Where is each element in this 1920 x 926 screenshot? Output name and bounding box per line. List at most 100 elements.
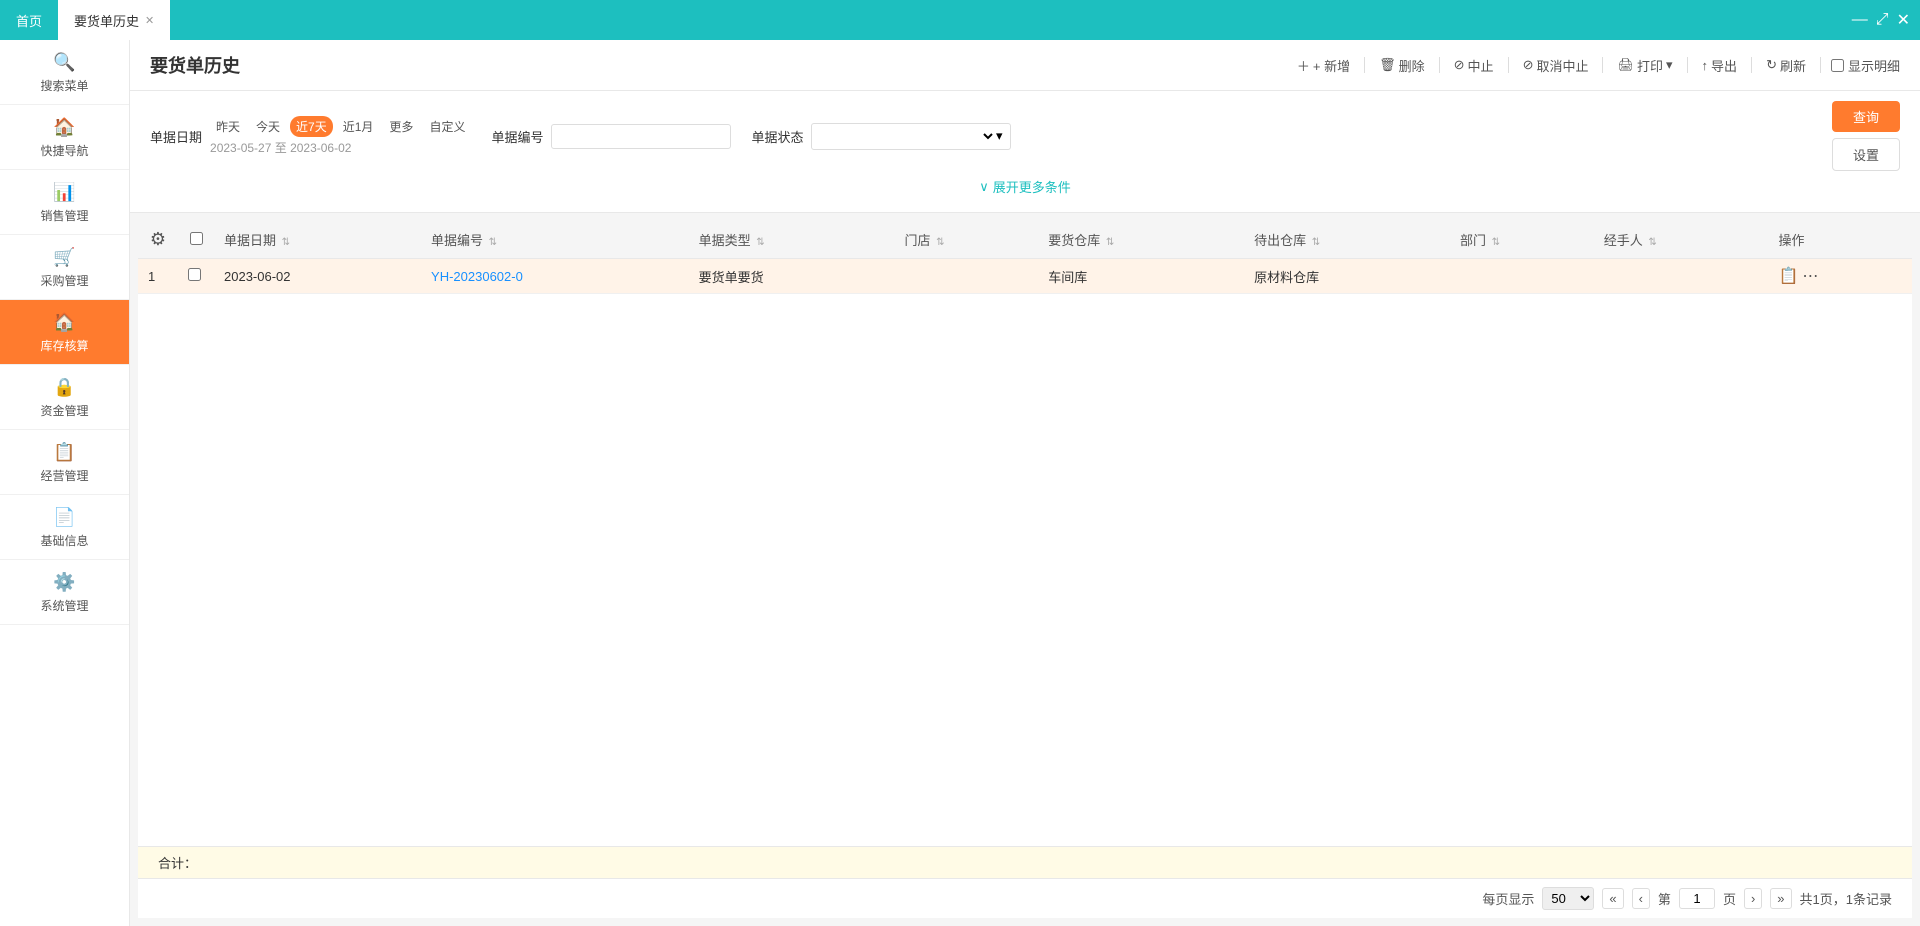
th-dept: 部门 ⇅ [1450,221,1594,259]
top-bar-tabs: 首页 要货单历史 ✕ [0,0,170,40]
sidebar-item-basic-info[interactable]: 📄 基础信息 [0,495,129,560]
sidebar-item-system-label: 系统管理 [40,597,88,614]
sort-req-warehouse-icon[interactable]: ⇅ [1106,237,1114,248]
sort-doc-type-icon[interactable]: ⇅ [756,237,764,248]
sidebar-item-system-mgmt[interactable]: ⚙️ 系统管理 [0,560,129,625]
display-detail-checkbox[interactable] [1831,59,1844,72]
sidebar-item-purchase-label: 采购管理 [40,272,88,289]
delete-button[interactable]: 🗑 删除 [1375,54,1429,77]
cancel-stop-label: 取消中止 [1536,56,1588,75]
date-pill-today[interactable]: 今天 [250,116,286,137]
refresh-button[interactable]: ↻ 刷新 [1762,54,1810,77]
date-pill-more[interactable]: 更多 [383,116,419,137]
cell-index: 1 [138,259,178,294]
select-all-checkbox[interactable] [190,232,203,245]
sort-dept-icon[interactable]: ⇅ [1492,237,1500,248]
sidebar-item-quick-nav[interactable]: 🏠 快捷导航 [0,105,129,170]
table-row: 1 2023-06-02 YH-20230602-0 要货单要货 车间库 原材料… [138,259,1912,294]
last-page-button[interactable]: » [1770,888,1791,909]
export-button[interactable]: ↑ 导出 [1698,54,1742,77]
row-edit-icon[interactable]: 📋 [1779,266,1799,286]
data-table: ⚙ 单据日期 ⇅ 单据编号 ⇅ [138,221,1912,294]
refresh-icon: ↻ [1766,57,1777,73]
main-layout: 🔍 搜索菜单 🏠 快捷导航 📊 销售管理 🛒 采购管理 🏠 库存核算 🔒 资金管… [0,40,1920,926]
sidebar-item-finance-mgmt[interactable]: 🔒 资金管理 [0,365,129,430]
setting-button[interactable]: 设置 [1832,138,1900,171]
prev-page-button[interactable]: ‹ [1632,888,1650,909]
row-checkbox[interactable] [188,268,201,281]
sort-doc-no-icon[interactable]: ⇅ [489,237,497,248]
expand-more[interactable]: ∨ 展开更多条件 [150,171,1900,202]
print-icon: 🖨 [1617,57,1634,73]
next-page-button[interactable]: › [1744,888,1762,909]
system-mgmt-icon: ⚙️ [53,572,75,593]
total-records-text: 共1页，1条记录 [1800,889,1892,908]
doc-no-link[interactable]: YH-20230602-0 [431,269,523,284]
content-area: 要货单历史 ＋ + 新增 🗑 删除 ⊘ 中止 [130,40,1920,926]
date-pill-1month[interactable]: 近1月 [337,116,380,137]
page-input[interactable] [1679,888,1715,909]
status-select-wrapper[interactable]: ▾ [811,123,1011,150]
window-close-icon[interactable]: ✕ [1897,10,1910,30]
table-body: 1 2023-06-02 YH-20230602-0 要货单要货 车间库 原材料… [138,259,1912,294]
tab-home-label: 首页 [16,11,42,30]
th-doc-date-label: 单据日期 [224,233,276,248]
action-buttons: 查询 设置 [1832,101,1900,171]
sort-handler-icon[interactable]: ⇅ [1648,237,1656,248]
th-pending-warehouse-label: 待出仓库 [1254,233,1306,248]
sidebar-item-operations-mgmt[interactable]: 📋 经营管理 [0,430,129,495]
sidebar-item-search-menu-label: 搜索菜单 [40,77,88,94]
th-req-warehouse: 要货仓库 ⇅ [1038,221,1244,259]
sidebar-item-inventory[interactable]: 🏠 库存核算 [0,300,129,365]
new-button[interactable]: ＋ + 新增 [1293,54,1354,77]
table-header-row: ⚙ 单据日期 ⇅ 单据编号 ⇅ [138,221,1912,259]
date-pill-custom[interactable]: 自定义 [423,116,471,137]
page-label: 第 [1658,889,1671,908]
sidebar-item-purchase-mgmt[interactable]: 🛒 采购管理 [0,235,129,300]
cell-doc-no[interactable]: YH-20230602-0 [421,259,689,294]
th-doc-date: 单据日期 ⇅ [214,221,421,259]
date-filter-group: 单据日期 昨天 今天 近7天 近1月 更多 自定义 2023-05-27 至 2… [150,116,471,156]
sort-pending-warehouse-icon[interactable]: ⇅ [1312,237,1320,248]
th-checkbox [178,221,214,259]
top-bar: 首页 要货单历史 ✕ — ⤢ ✕ [0,0,1920,40]
date-pill-7days[interactable]: 近7天 [290,116,333,137]
footer-total-label: 合计： [158,856,197,871]
print-button[interactable]: 🖨 打印 ▾ [1613,54,1676,77]
sort-store-icon[interactable]: ⇅ [936,237,944,248]
stop-button[interactable]: ⊘ 中止 [1450,54,1498,77]
status-select[interactable] [820,128,995,145]
delete-icon: 🗑 [1379,57,1396,73]
cell-action: 📋 ⋯ [1769,259,1913,294]
doc-no-input[interactable] [551,124,731,149]
print-label: 打印 [1637,56,1663,75]
page-header: 要货单历史 ＋ + 新增 🗑 删除 ⊘ 中止 [130,40,1920,91]
stop-label: 中止 [1468,56,1494,75]
sidebar-item-search-menu[interactable]: 🔍 搜索菜单 [0,40,129,105]
window-minimize-icon[interactable]: — [1852,11,1868,29]
stop-icon: ⊘ [1454,57,1465,73]
sales-mgmt-icon: 📊 [53,182,75,203]
cancel-stop-icon: ⊘ [1523,57,1534,73]
page-suffix: 页 [1723,889,1736,908]
table-footer: 合计： [138,846,1912,878]
th-doc-type-label: 单据类型 [699,233,751,248]
query-button[interactable]: 查询 [1832,101,1900,132]
th-handler: 经手人 ⇅ [1594,221,1769,259]
tab-home[interactable]: 首页 [0,0,58,40]
tab-requisition-history[interactable]: 要货单历史 ✕ [58,0,170,40]
sidebar-item-sales-mgmt[interactable]: 📊 销售管理 [0,170,129,235]
sort-doc-date-icon[interactable]: ⇅ [282,237,290,248]
th-req-warehouse-label: 要货仓库 [1048,233,1100,248]
column-settings-icon[interactable]: ⚙ [150,229,166,249]
window-maximize-icon[interactable]: ⤢ [1876,11,1889,29]
display-detail-btn[interactable]: 显示明细 [1831,56,1900,75]
tab-close-icon[interactable]: ✕ [145,14,154,27]
first-page-button[interactable]: « [1602,888,1623,909]
per-page-select[interactable]: 50 10 20 100 [1542,887,1594,910]
row-action-buttons: 📋 ⋯ [1779,266,1903,286]
cancel-stop-button[interactable]: ⊘ 取消中止 [1519,54,1593,77]
date-pill-yesterday[interactable]: 昨天 [210,116,246,137]
row-more-icon[interactable]: ⋯ [1802,266,1818,286]
cell-doc-type: 要货单要货 [689,259,895,294]
